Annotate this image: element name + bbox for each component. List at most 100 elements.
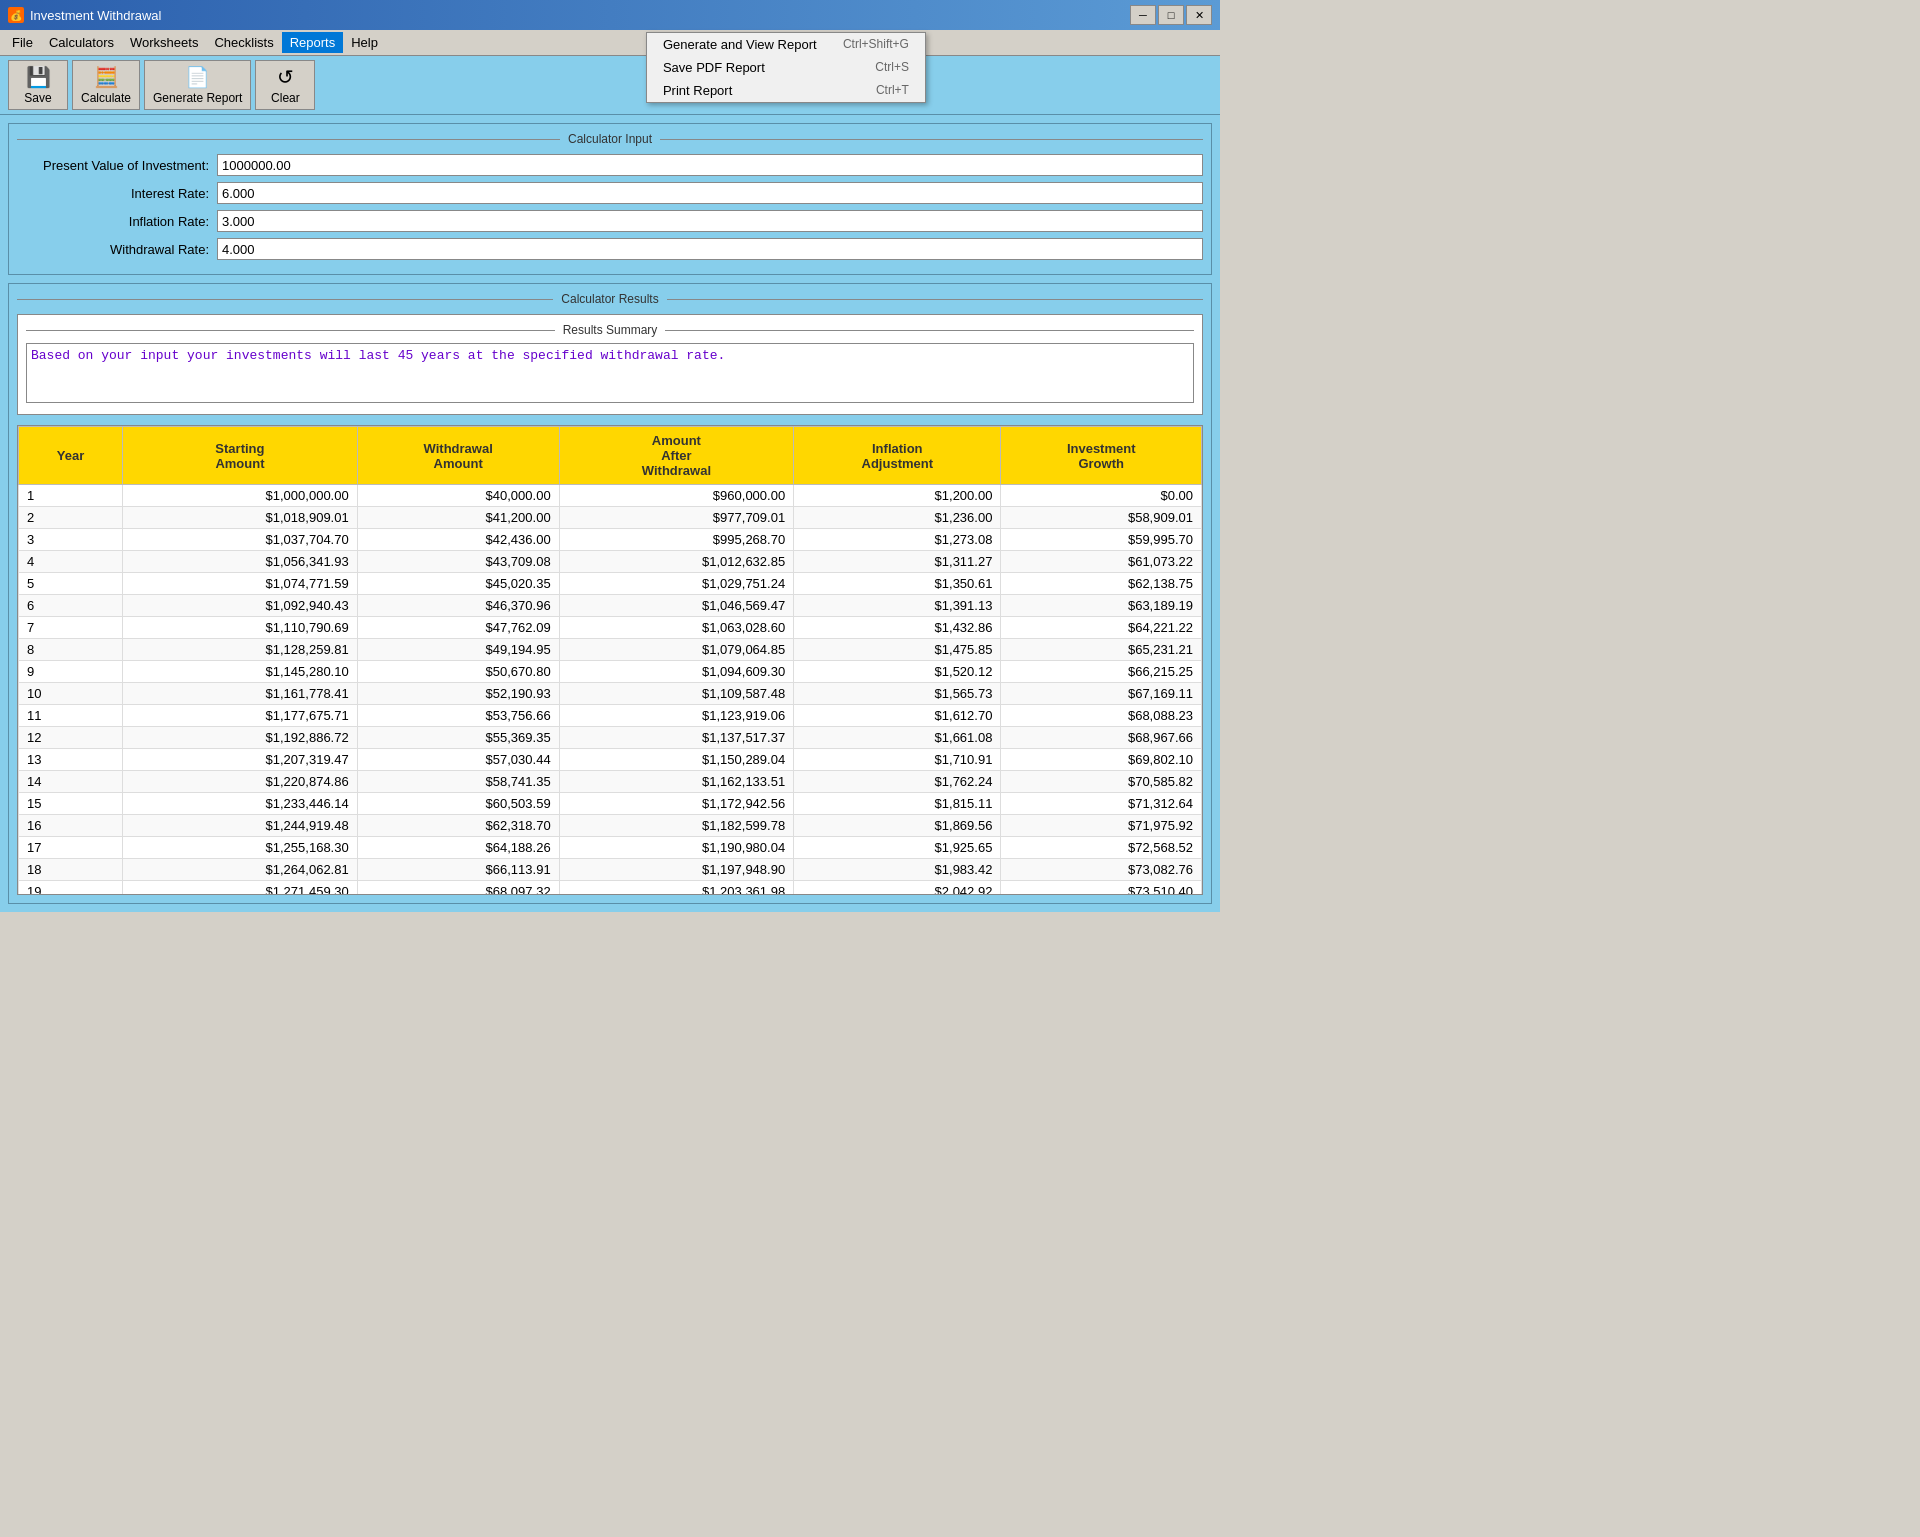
table-cell: $1,063,028.60 (559, 617, 794, 639)
table-cell: 2 (19, 507, 123, 529)
table-cell: 4 (19, 551, 123, 573)
wr-row: Withdrawal Rate: (17, 238, 1203, 260)
table-cell: $1,056,341.93 (123, 551, 358, 573)
summary-textarea[interactable]: Based on your input your investments wil… (26, 343, 1194, 403)
minimize-button[interactable]: ─ (1130, 5, 1156, 25)
table-cell: $68,967.66 (1001, 727, 1202, 749)
table-cell: $1,000,000.00 (123, 485, 358, 507)
table-cell: 15 (19, 793, 123, 815)
calculate-button[interactable]: 🧮 Calculate (72, 60, 140, 110)
table-cell: $1,018,909.01 (123, 507, 358, 529)
table-cell: $1,661.08 (794, 727, 1001, 749)
table-cell: 13 (19, 749, 123, 771)
table-cell: $1,612.70 (794, 705, 1001, 727)
table-row: 1$1,000,000.00$40,000.00$960,000.00$1,20… (19, 485, 1202, 507)
table-cell: $1,815.11 (794, 793, 1001, 815)
table-cell: $1,925.65 (794, 837, 1001, 859)
generate-report-button[interactable]: 📄 Generate Report (144, 60, 251, 110)
table-cell: $0.00 (1001, 485, 1202, 507)
table-cell: $73,082.76 (1001, 859, 1202, 881)
pv-row: Present Value of Investment: (17, 154, 1203, 176)
table-row: 3$1,037,704.70$42,436.00$995,268.70$1,27… (19, 529, 1202, 551)
table-cell: 10 (19, 683, 123, 705)
wr-input[interactable] (217, 238, 1203, 260)
calculator-input-section: Calculator Input Present Value of Invest… (8, 123, 1212, 275)
table-header: Year StartingAmount WithdrawalAmount Amo… (19, 427, 1202, 485)
print-report-item[interactable]: Print Report Ctrl+T (647, 79, 925, 102)
save-button[interactable]: 💾 Save (8, 60, 68, 110)
table-cell: $1,432.86 (794, 617, 1001, 639)
table-cell: $60,503.59 (357, 793, 559, 815)
table-cell: $1,762.24 (794, 771, 1001, 793)
generate-report-icon: 📄 (185, 65, 210, 89)
clear-label: Clear (271, 91, 300, 105)
maximize-button[interactable]: □ (1158, 5, 1184, 25)
table-cell: $1,710.91 (794, 749, 1001, 771)
ir-row: Interest Rate: (17, 182, 1203, 204)
table-cell: $1,207,319.47 (123, 749, 358, 771)
col-investment-growth: InvestmentGrowth (1001, 427, 1202, 485)
menu-reports[interactable]: Reports (282, 32, 344, 53)
table-cell: $68,097.32 (357, 881, 559, 896)
table-cell: $1,244,919.48 (123, 815, 358, 837)
save-pdf-report-item[interactable]: Save PDF Report Ctrl+S (647, 56, 925, 79)
table-cell: $1,190,980.04 (559, 837, 794, 859)
table-cell: $1,012,632.85 (559, 551, 794, 573)
table-row: 15$1,233,446.14$60,503.59$1,172,942.56$1… (19, 793, 1202, 815)
table-cell: $49,194.95 (357, 639, 559, 661)
table-cell: 12 (19, 727, 123, 749)
table-cell: $62,318.70 (357, 815, 559, 837)
results-table-container[interactable]: Year StartingAmount WithdrawalAmount Amo… (17, 425, 1203, 895)
close-button[interactable]: ✕ (1186, 5, 1212, 25)
table-cell: $1,273.08 (794, 529, 1001, 551)
col-year: Year (19, 427, 123, 485)
table-cell: $40,000.00 (357, 485, 559, 507)
menu-checklists[interactable]: Checklists (206, 32, 281, 53)
table-cell: $50,670.80 (357, 661, 559, 683)
ir-input[interactable] (217, 182, 1203, 204)
table-row: 18$1,264,062.81$66,113.91$1,197,948.90$1… (19, 859, 1202, 881)
infr-input[interactable] (217, 210, 1203, 232)
table-cell: 3 (19, 529, 123, 551)
col-withdrawal-amount: WithdrawalAmount (357, 427, 559, 485)
table-row: 7$1,110,790.69$47,762.09$1,063,028.60$1,… (19, 617, 1202, 639)
table-cell: $1,475.85 (794, 639, 1001, 661)
table-cell: $1,869.56 (794, 815, 1001, 837)
table-cell: $1,162,133.51 (559, 771, 794, 793)
table-cell: $1,271,459.30 (123, 881, 358, 896)
table-cell: $1,203,361.98 (559, 881, 794, 896)
pv-input[interactable] (217, 154, 1203, 176)
table-row: 8$1,128,259.81$49,194.95$1,079,064.85$1,… (19, 639, 1202, 661)
table-cell: $64,188.26 (357, 837, 559, 859)
table-cell: $70,585.82 (1001, 771, 1202, 793)
table-cell: 17 (19, 837, 123, 859)
calculator-input-legend: Calculator Input (17, 132, 1203, 146)
generate-view-report-item[interactable]: Generate and View Report Ctrl+Shift+G (647, 33, 925, 56)
table-cell: $1,128,259.81 (123, 639, 358, 661)
table-cell: $1,172,942.56 (559, 793, 794, 815)
table-cell: $1,137,517.37 (559, 727, 794, 749)
menu-worksheets[interactable]: Worksheets (122, 32, 206, 53)
col-starting-amount: StartingAmount (123, 427, 358, 485)
table-cell: $71,312.64 (1001, 793, 1202, 815)
menu-calculators[interactable]: Calculators (41, 32, 122, 53)
table-row: 14$1,220,874.86$58,741.35$1,162,133.51$1… (19, 771, 1202, 793)
pv-label: Present Value of Investment: (17, 158, 217, 173)
col-inflation-adjustment: InflationAdjustment (794, 427, 1001, 485)
clear-button[interactable]: ↺ Clear (255, 60, 315, 110)
menu-help[interactable]: Help (343, 32, 386, 53)
table-cell: $57,030.44 (357, 749, 559, 771)
save-pdf-report-shortcut: Ctrl+S (875, 60, 909, 75)
calculator-results-section: Calculator Results Results Summary Based… (8, 283, 1212, 904)
table-cell: $71,975.92 (1001, 815, 1202, 837)
table-cell: 16 (19, 815, 123, 837)
table-cell: $68,088.23 (1001, 705, 1202, 727)
table-cell: $41,200.00 (357, 507, 559, 529)
table-cell: $1,037,704.70 (123, 529, 358, 551)
table-cell: $1,110,790.69 (123, 617, 358, 639)
table-cell: $69,802.10 (1001, 749, 1202, 771)
calculate-label: Calculate (81, 91, 131, 105)
table-cell: $1,109,587.48 (559, 683, 794, 705)
table-cell: $960,000.00 (559, 485, 794, 507)
menu-file[interactable]: File (4, 32, 41, 53)
